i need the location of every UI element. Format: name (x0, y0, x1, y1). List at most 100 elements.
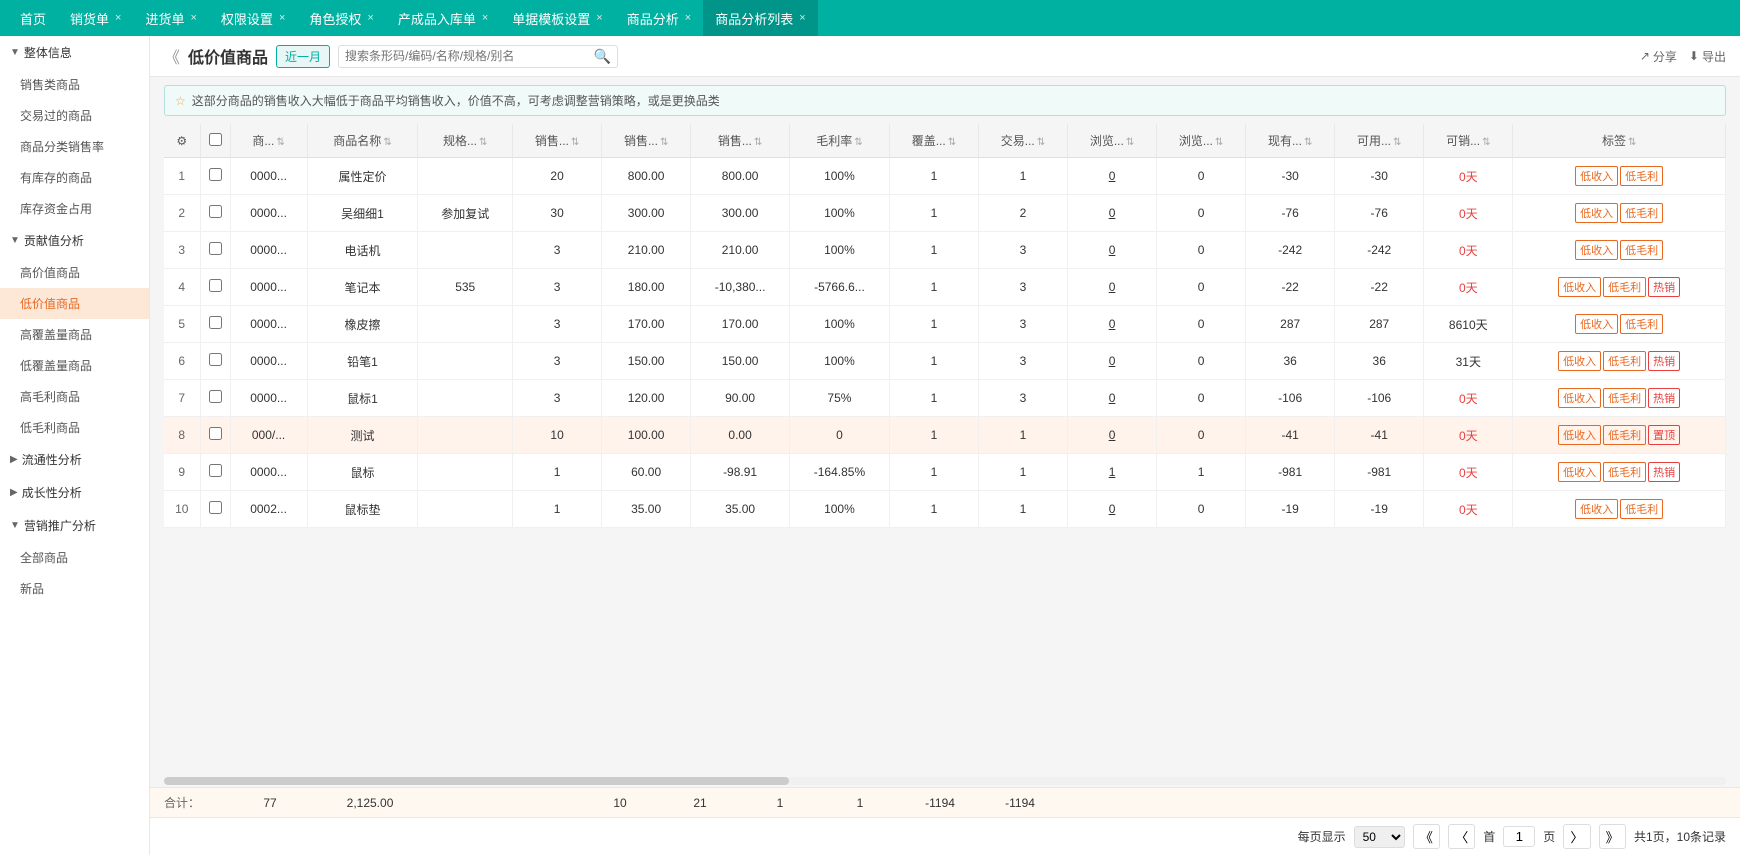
view-count1[interactable]: 0 (1068, 232, 1157, 269)
scrollbar-thumb[interactable] (164, 777, 789, 785)
sidebar-section-marketing[interactable]: ▼ 营销推广分析 (0, 509, 149, 542)
close-sales-order[interactable]: × (115, 12, 121, 24)
close-permission[interactable]: × (279, 12, 285, 24)
prev-page-button[interactable]: 〈 (1448, 824, 1475, 849)
sidebar-section-overall[interactable]: ▼ 整体信息 (0, 36, 149, 69)
close-role-auth[interactable]: × (367, 12, 373, 24)
sidebar-item-stocked-products[interactable]: 有库存的商品 (0, 162, 149, 193)
sidebar-item-new-products[interactable]: 新品 (0, 573, 149, 604)
nav-role-auth[interactable]: 角色授权 × (297, 0, 385, 36)
sidebar-item-low-coverage[interactable]: 低覆盖量商品 (0, 350, 149, 381)
row-checkbox-cell[interactable] (200, 158, 230, 195)
th-coverage[interactable]: 覆盖...⇅ (889, 124, 978, 158)
per-page-select[interactable]: 50 100 200 (1354, 826, 1405, 848)
close-product-analysis[interactable]: × (685, 12, 691, 24)
th-view1[interactable]: 浏览...⇅ (1068, 124, 1157, 158)
row-checkbox[interactable] (209, 242, 222, 255)
view-count1[interactable]: 0 (1068, 491, 1157, 528)
sidebar-item-high-coverage[interactable]: 高覆盖量商品 (0, 319, 149, 350)
row-checkbox[interactable] (209, 316, 222, 329)
view-count1[interactable]: 0 (1068, 195, 1157, 232)
th-trade[interactable]: 交易...⇅ (978, 124, 1067, 158)
nav-sales-order[interactable]: 销货单 × (58, 0, 133, 36)
period-button[interactable]: 近一月 (276, 45, 330, 68)
th-name[interactable]: 商品名称⇅ (307, 124, 418, 158)
export-button[interactable]: ⬇ 导出 (1689, 48, 1726, 65)
row-checkbox[interactable] (209, 464, 222, 477)
last-page-button[interactable]: 》 (1599, 824, 1626, 849)
view-count1[interactable]: 0 (1068, 380, 1157, 417)
nav-home[interactable]: 首页 (8, 0, 58, 36)
close-product-inbound[interactable]: × (482, 12, 488, 24)
row-checkbox[interactable] (209, 390, 222, 403)
share-button[interactable]: ↗ 分享 (1640, 48, 1677, 65)
close-product-analysis-list[interactable]: × (799, 12, 805, 24)
sidebar-item-sales-products[interactable]: 销售类商品 (0, 69, 149, 100)
view-count1[interactable]: 0 (1068, 269, 1157, 306)
sidebar-item-traded-products[interactable]: 交易过的商品 (0, 100, 149, 131)
row-checkbox-cell[interactable] (200, 232, 230, 269)
sidebar-item-all-products[interactable]: 全部商品 (0, 542, 149, 573)
sidebar-section-contribution[interactable]: ▼ 贡献值分析 (0, 224, 149, 257)
sidebar-item-low-value[interactable]: 低价值商品 (0, 288, 149, 319)
nav-product-analysis-list[interactable]: 商品分析列表 × (703, 0, 817, 36)
row-checkbox-cell[interactable] (200, 269, 230, 306)
th-gross-rate[interactable]: 毛利率⇅ (790, 124, 890, 158)
row-checkbox-cell[interactable] (200, 491, 230, 528)
th-spec[interactable]: 规格...⇅ (418, 124, 513, 158)
row-checkbox-cell[interactable] (200, 343, 230, 380)
nav-permission[interactable]: 权限设置 × (209, 0, 297, 36)
th-amount[interactable]: 销售...⇅ (691, 124, 790, 158)
th-checkbox[interactable] (200, 124, 230, 158)
select-all-checkbox[interactable] (209, 133, 222, 146)
view-count1[interactable]: 0 (1068, 343, 1157, 380)
th-stock[interactable]: 现有...⇅ (1246, 124, 1335, 158)
row-checkbox[interactable] (209, 168, 222, 181)
first-page-button[interactable]: 《 (1413, 824, 1440, 849)
sidebar-section-liquidity[interactable]: ▶ 流通性分析 (0, 443, 149, 476)
sidebar-section-growth[interactable]: ▶ 成长性分析 (0, 476, 149, 509)
nav-product-inbound[interactable]: 产成品入库单 × (386, 0, 500, 36)
row-checkbox[interactable] (209, 427, 222, 440)
sidebar-item-stock-capital[interactable]: 库存资金占用 (0, 193, 149, 224)
collapse-sidebar-button[interactable]: 《 (164, 44, 180, 68)
th-tags[interactable]: 标签⇅ (1513, 124, 1726, 158)
row-checkbox[interactable] (209, 501, 222, 514)
th-price[interactable]: 销售...⇅ (602, 124, 691, 158)
th-code[interactable]: 商...⇅ (230, 124, 307, 158)
row-checkbox-cell[interactable] (200, 380, 230, 417)
view-count1[interactable]: 0 (1068, 417, 1157, 454)
sidebar-item-high-value[interactable]: 高价值商品 (0, 257, 149, 288)
row-checkbox[interactable] (209, 353, 222, 366)
sidebar-item-low-gross[interactable]: 低毛利商品 (0, 412, 149, 443)
th-settings[interactable]: ⚙ (164, 124, 200, 158)
row-checkbox-cell[interactable] (200, 417, 230, 454)
close-purchase-order[interactable]: × (190, 12, 196, 24)
row-checkbox[interactable] (209, 205, 222, 218)
th-avail[interactable]: 可用...⇅ (1335, 124, 1424, 158)
page-number-input[interactable] (1503, 826, 1535, 847)
row-checkbox-cell[interactable] (200, 195, 230, 232)
sidebar-item-high-gross[interactable]: 高毛利商品 (0, 381, 149, 412)
search-icon[interactable]: 🔍 (594, 48, 611, 65)
row-checkbox-cell[interactable] (200, 306, 230, 343)
sales-qty: 3 (513, 380, 602, 417)
sales-price: 180.00 (602, 269, 691, 306)
search-input[interactable] (345, 49, 594, 63)
th-view2[interactable]: 浏览...⇅ (1157, 124, 1246, 158)
next-page-button[interactable]: 〉 (1563, 824, 1590, 849)
th-sellable[interactable]: 可销...⇅ (1424, 124, 1513, 158)
close-order-template[interactable]: × (596, 12, 602, 24)
nav-product-analysis[interactable]: 商品分析 × (615, 0, 703, 36)
view-count1[interactable]: 0 (1068, 306, 1157, 343)
horizontal-scrollbar[interactable] (164, 777, 1726, 785)
product-tag: 低收入 (1558, 462, 1601, 482)
th-qty[interactable]: 销售...⇅ (513, 124, 602, 158)
nav-purchase-order[interactable]: 进货单 × (133, 0, 208, 36)
view-count1[interactable]: 1 (1068, 454, 1157, 491)
nav-order-template[interactable]: 单据模板设置 × (500, 0, 614, 36)
row-checkbox-cell[interactable] (200, 454, 230, 491)
sidebar-item-category-sales-rate[interactable]: 商品分类销售率 (0, 131, 149, 162)
view-count1[interactable]: 0 (1068, 158, 1157, 195)
row-checkbox[interactable] (209, 279, 222, 292)
